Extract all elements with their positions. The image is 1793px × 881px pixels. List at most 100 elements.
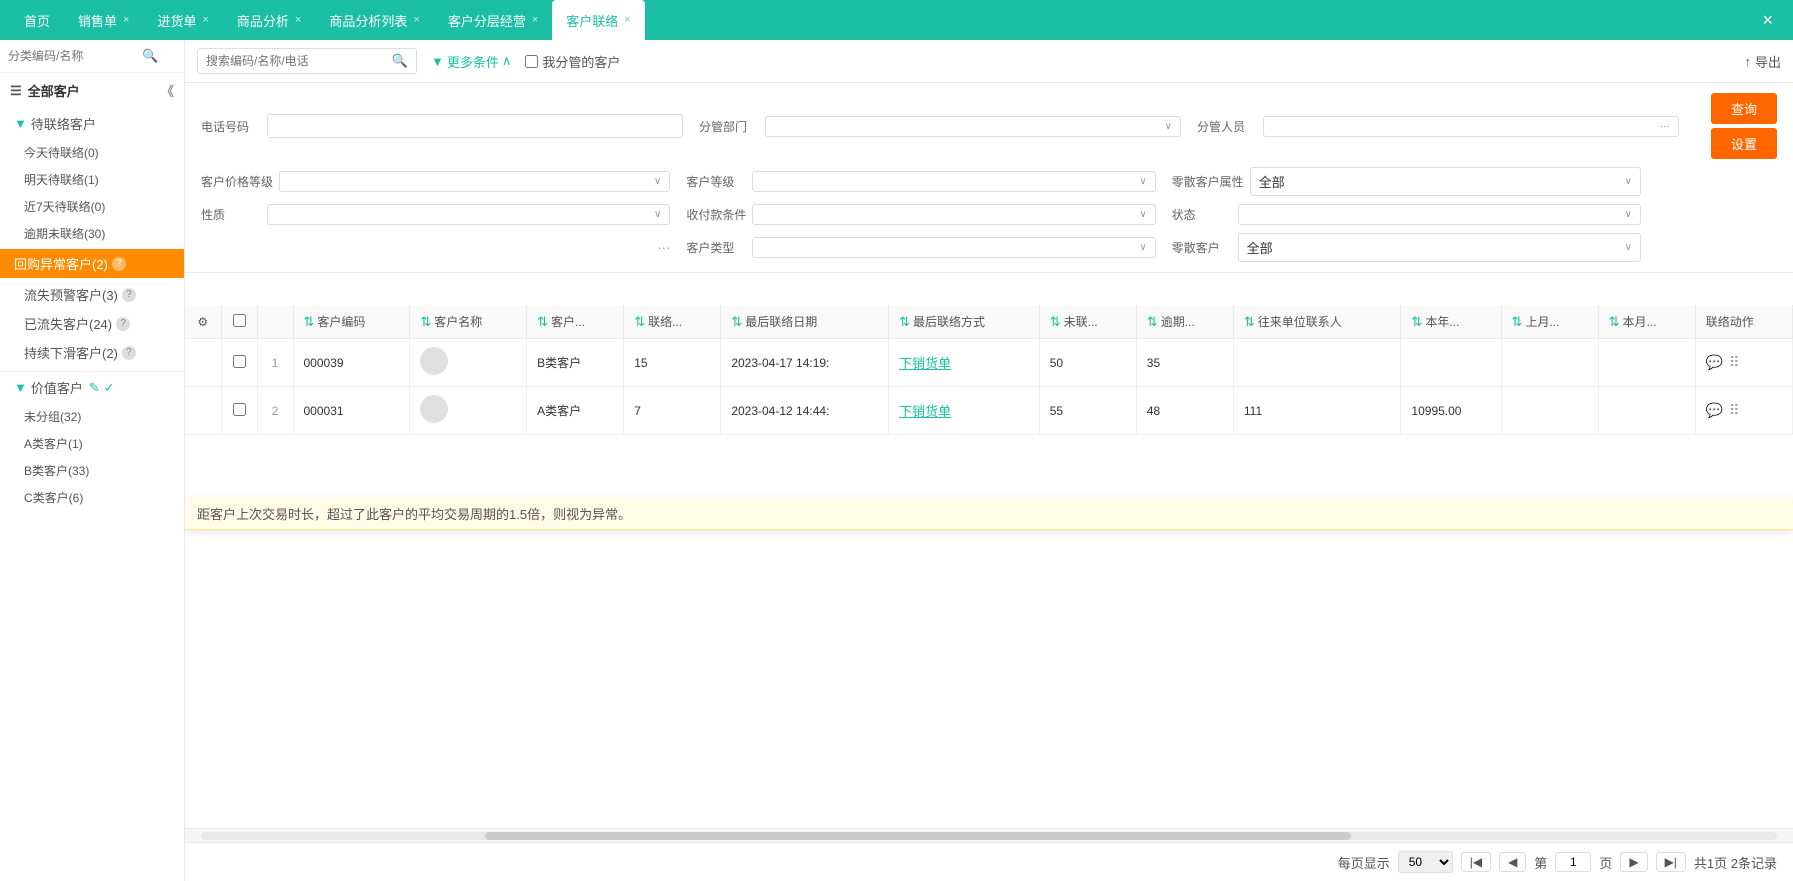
payment-select[interactable]: ∨ bbox=[752, 204, 1155, 225]
nav-product-analysis[interactable]: 商品分析 × bbox=[223, 0, 315, 40]
last-page-button[interactable]: ▶| bbox=[1656, 852, 1686, 872]
filter-phone: 电话号码 bbox=[201, 114, 683, 138]
row1-chat-icon[interactable]: 💬 bbox=[1706, 354, 1723, 371]
sidebar-group-waiting[interactable]: ▼ 待联络客户 bbox=[0, 108, 184, 139]
th-contact[interactable]: ⇅联络... bbox=[624, 305, 721, 339]
th-uncontacted[interactable]: ⇅未联... bbox=[1039, 305, 1136, 339]
customer-type-select[interactable]: ∨ bbox=[752, 237, 1155, 258]
th-unit-contact[interactable]: ⇅往来单位联系人 bbox=[1233, 305, 1401, 339]
customer-level-select[interactable]: ∨ bbox=[752, 171, 1155, 192]
settings-button[interactable]: 设置 bbox=[1711, 128, 1777, 159]
sidebar-item-churned[interactable]: 已流失客户(24) ? bbox=[0, 309, 184, 338]
row1-last-method[interactable]: 下销货单 bbox=[889, 339, 1040, 387]
nav-customer-tier-close[interactable]: × bbox=[532, 14, 538, 26]
value-customers-edit-icon[interactable]: ✎ bbox=[89, 380, 100, 396]
row2-select-checkbox[interactable] bbox=[233, 403, 246, 416]
first-page-button[interactable]: |◀ bbox=[1461, 852, 1491, 872]
horizontal-scrollbar[interactable] bbox=[185, 828, 1793, 842]
query-button[interactable]: 查询 bbox=[1711, 93, 1777, 124]
row2-chat-icon[interactable]: 💬 bbox=[1706, 402, 1723, 419]
sidebar-search-input[interactable] bbox=[8, 49, 138, 63]
sidebar-item-overdue[interactable]: 逾期未联络(30) bbox=[0, 220, 184, 247]
more-filter-button[interactable]: ▼ 更多条件 ∧ bbox=[425, 52, 517, 71]
toolbar: 🔍 ▼ 更多条件 ∧ 我分管的客户 ↑ 导出 bbox=[185, 40, 1793, 83]
price-level-select[interactable]: ∨ bbox=[279, 171, 670, 192]
per-page-label: 每页显示 bbox=[1338, 853, 1390, 872]
row1-last-method-link[interactable]: 下销货单 bbox=[899, 356, 951, 371]
th-last-month[interactable]: ⇅上月... bbox=[1501, 305, 1598, 339]
nav-sales-close[interactable]: × bbox=[123, 14, 129, 26]
nav-home[interactable]: 首页 bbox=[10, 0, 64, 40]
th-settings[interactable]: ⚙ bbox=[185, 305, 221, 339]
row2-overdue: 48 bbox=[1136, 387, 1233, 435]
table-header-row: ⚙ ⇅客户编码 ⇅客户名称 ⇅客户... bbox=[185, 305, 1793, 339]
gender-select[interactable]: ∨ bbox=[267, 204, 670, 225]
nav-purchase[interactable]: 进货单 × bbox=[143, 0, 222, 40]
nav-product-analysis-close[interactable]: × bbox=[295, 14, 301, 26]
sidebar-all-customers[interactable]: ☰ 全部客户 《 bbox=[0, 73, 184, 108]
sidebar-item-7days[interactable]: 近7天待联络(0) bbox=[0, 193, 184, 220]
sidebar-item-declining[interactable]: 持续下滑客户(2) ? bbox=[0, 338, 184, 367]
sidebar-item-ungrouped[interactable]: 未分组(32) bbox=[0, 403, 184, 430]
dept-select[interactable]: ∨ bbox=[765, 116, 1181, 137]
row1-more-icon[interactable]: ⠿ bbox=[1729, 354, 1739, 371]
th-level[interactable]: ⇅客户... bbox=[527, 305, 624, 339]
row1-level: B类客户 bbox=[527, 339, 624, 387]
th-this-year[interactable]: ⇅本年... bbox=[1401, 305, 1501, 339]
th-name[interactable]: ⇅客户名称 bbox=[410, 305, 527, 339]
export-button[interactable]: ↑ 导出 bbox=[1744, 52, 1781, 71]
sidebar-item-churn-warning[interactable]: 流失预警客户(3) ? bbox=[0, 280, 184, 309]
sidebar-item-today[interactable]: 今天待联络(0) bbox=[0, 139, 184, 166]
nav-product-analysis-list-close[interactable]: × bbox=[413, 14, 419, 26]
row2-last-method-link[interactable]: 下销货单 bbox=[899, 404, 951, 419]
nav-sales[interactable]: 销售单 × bbox=[64, 0, 143, 40]
phone-input[interactable] bbox=[267, 114, 683, 138]
th-num bbox=[257, 305, 293, 339]
sidebar-item-class-b[interactable]: B类客户(33) bbox=[0, 457, 184, 484]
sidebar-collapse-icon[interactable]: 《 bbox=[161, 81, 174, 100]
nav-customer-tier[interactable]: 客户分层经营 × bbox=[434, 0, 552, 40]
sidebar-item-class-a[interactable]: A类客户(1) bbox=[0, 430, 184, 457]
th-this-month[interactable]: ⇅本月... bbox=[1598, 305, 1695, 339]
person-label: 分管人员 bbox=[1197, 118, 1257, 135]
next-page-button[interactable]: ▶ bbox=[1620, 852, 1647, 872]
sidebar-search-icon[interactable]: 🔍 bbox=[142, 48, 158, 64]
sidebar-item-tomorrow[interactable]: 明天待联络(1) bbox=[0, 166, 184, 193]
status-select[interactable]: ∨ bbox=[1238, 204, 1641, 225]
person-select[interactable]: ··· bbox=[1263, 116, 1679, 137]
row2-last-method[interactable]: 下销货单 bbox=[889, 387, 1040, 435]
sidebar-item-class-c[interactable]: C类客户(6) bbox=[0, 484, 184, 511]
sidebar-item-repurchase-anomaly[interactable]: 回购异常客户(2) ? bbox=[0, 249, 184, 278]
window-close-button[interactable]: × bbox=[1752, 10, 1783, 31]
value-customers-check-icon[interactable]: ✓ bbox=[104, 380, 115, 396]
prev-page-button[interactable]: ◀ bbox=[1499, 852, 1526, 872]
row1-action: 💬 ⠿ bbox=[1695, 339, 1792, 387]
row2-more-icon[interactable]: ⠿ bbox=[1729, 402, 1739, 419]
declining-help-icon[interactable]: ? bbox=[122, 346, 136, 360]
repurchase-anomaly-help-icon[interactable]: ? bbox=[112, 257, 126, 271]
th-last-date[interactable]: ⇅最后联络日期 bbox=[721, 305, 889, 339]
search-input[interactable] bbox=[206, 54, 392, 68]
churned-help-icon[interactable]: ? bbox=[116, 317, 130, 331]
row1-select-checkbox[interactable] bbox=[233, 355, 246, 368]
nav-product-analysis-list[interactable]: 商品分析列表 × bbox=[315, 0, 433, 40]
th-last-method[interactable]: ⇅最后联络方式 bbox=[889, 305, 1040, 339]
scroll-thumb[interactable] bbox=[485, 832, 1352, 840]
sidebar-group-value-customers[interactable]: ▼ 价值客户 ✎ ✓ bbox=[0, 371, 184, 403]
churn-warning-help-icon[interactable]: ? bbox=[122, 288, 136, 302]
filter-more-dots[interactable]: ··· bbox=[657, 240, 670, 255]
row2-checkbox bbox=[221, 387, 257, 435]
per-page-select[interactable]: 10 20 50 100 bbox=[1398, 851, 1453, 873]
my-customer-checkbox[interactable] bbox=[525, 55, 538, 68]
row2-settings bbox=[185, 387, 221, 435]
retail-attr-label: 零散客户属性 bbox=[1172, 173, 1244, 190]
nav-customer-contact-close[interactable]: × bbox=[624, 14, 630, 26]
th-overdue[interactable]: ⇅逾期... bbox=[1136, 305, 1233, 339]
nav-customer-contact[interactable]: 客户联络 × bbox=[552, 0, 644, 40]
select-all-checkbox[interactable] bbox=[233, 314, 246, 327]
nav-purchase-close[interactable]: × bbox=[202, 14, 208, 26]
retail-customer-select[interactable]: 全部 ∨ bbox=[1238, 233, 1641, 262]
retail-attr-select[interactable]: 全部 ∨ bbox=[1250, 167, 1641, 196]
page-input[interactable] bbox=[1555, 852, 1591, 872]
th-code[interactable]: ⇅客户编码 bbox=[293, 305, 410, 339]
